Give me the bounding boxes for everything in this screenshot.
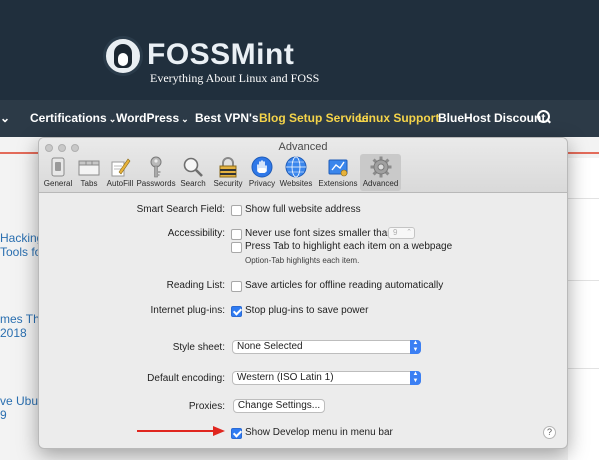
smart-search-label: Smart Search Field: <box>136 204 225 215</box>
up-down-arrows-icon: ▲ ▼ <box>410 340 421 354</box>
toolbar-label: Privacy <box>248 179 276 188</box>
key-icon <box>150 156 162 178</box>
reading-list-text[interactable]: Save articles for offline reading automa… <box>245 280 443 291</box>
logo-tagline: Everything About Linux and FOSS <box>150 71 320 85</box>
min-font-checkbox[interactable] <box>231 229 242 240</box>
tab-highlight-text[interactable]: Press Tab to highlight each item on a we… <box>245 241 452 252</box>
gear-icon <box>370 156 391 178</box>
develop-menu-checkbox[interactable] <box>231 428 242 439</box>
style-sheet-select[interactable]: None Selected ▲ ▼ <box>232 340 421 354</box>
site-header: FOSSMint Everything About Linux and FOSS <box>0 0 599 100</box>
chevron-down-icon: ⌄ <box>181 114 189 124</box>
advanced-pane: Smart Search Field: Show full website ad… <box>39 194 567 448</box>
chevron-down-icon: ⌃ <box>406 229 412 236</box>
toolbar-label: Tabs <box>80 179 98 188</box>
show-full-address-text[interactable]: Show full website address <box>245 204 361 215</box>
stop-plugins-checkbox[interactable] <box>231 306 242 317</box>
style-sheet-label: Style sheet: <box>172 342 225 353</box>
toolbar-label: Search <box>180 179 206 188</box>
penguin-logo-icon <box>103 36 143 76</box>
encoding-label: Default encoding: <box>147 373 225 384</box>
tab-highlight-hint: Option-Tab highlights each item. <box>245 256 360 265</box>
article-link[interactable]: Hacking <box>0 231 43 245</box>
help-button[interactable]: ? <box>543 426 556 439</box>
divider <box>568 198 599 199</box>
change-settings-button[interactable]: Change Settings... <box>233 399 325 413</box>
tab-highlight-checkbox[interactable] <box>231 242 242 253</box>
nav-label: Certifications <box>30 111 107 125</box>
hand-icon <box>251 156 273 178</box>
toolbar-label: Security <box>213 179 243 188</box>
nav-item-certifications[interactable]: Certifications ⌄ <box>30 111 116 125</box>
toolbar-label: AutoFill <box>106 179 134 188</box>
globe-icon <box>285 156 307 178</box>
site-logo[interactable]: FOSSMint Everything About Linux and FOSS <box>103 36 333 86</box>
tab-search[interactable]: Search <box>178 154 208 191</box>
article-link[interactable]: 2018 <box>0 326 27 340</box>
min-font-text[interactable]: Never use font sizes smaller than <box>245 228 393 239</box>
accessibility-label: Accessibility: <box>167 228 225 239</box>
window-titlebar[interactable]: Advanced General Tabs AutoFill Passwords… <box>39 138 567 193</box>
proxies-label: Proxies: <box>188 401 225 412</box>
plugins-label: Internet plug-ins: <box>150 305 226 316</box>
toolbar-label: Websites <box>279 179 313 188</box>
general-switch-icon <box>51 157 65 177</box>
stop-plugins-text[interactable]: Stop plug-ins to save power <box>245 305 368 316</box>
nav-overflow-chevron-icon[interactable]: ⌄ <box>0 111 10 125</box>
tab-advanced[interactable]: Advanced <box>360 154 401 191</box>
nav-item-wordpress[interactable]: WordPress ⌄ <box>116 111 189 125</box>
puzzle-icon <box>328 159 348 177</box>
article-link[interactable]: Tools fo <box>0 245 41 259</box>
nav-label: WordPress <box>116 111 180 125</box>
sidebar-panel <box>568 158 599 460</box>
nav-item-best-vpns[interactable]: Best VPN's <box>195 111 259 125</box>
magnifier-icon <box>183 157 203 177</box>
up-down-arrows-icon: ▲ ▼ <box>410 371 421 385</box>
min-font-size-value: 9 <box>393 228 398 237</box>
tab-autofill[interactable]: AutoFill <box>104 154 136 191</box>
toolbar-label: Extensions <box>318 179 358 188</box>
preferences-window: Advanced General Tabs AutoFill Passwords… <box>38 137 568 449</box>
develop-menu-text[interactable]: Show Develop menu in menu bar <box>245 427 393 438</box>
min-font-size-select[interactable]: 9 ⌃ <box>388 227 415 239</box>
tabs-icon <box>78 160 100 176</box>
nav-item-blog-setup[interactable]: Blog Setup Service <box>259 111 368 125</box>
search-icon[interactable] <box>537 110 551 124</box>
pencil-icon <box>111 158 131 177</box>
tab-websites[interactable]: Websites <box>278 154 314 191</box>
section-divider <box>0 152 38 154</box>
tab-extensions[interactable]: Extensions <box>316 154 360 191</box>
annotation-arrow <box>137 426 225 436</box>
lock-icon <box>219 157 237 178</box>
tab-tabs[interactable]: Tabs <box>74 154 104 191</box>
logo-name: FOSSMint <box>147 38 295 71</box>
toolbar-label: Passwords <box>136 179 176 188</box>
article-link[interactable]: 9 <box>0 408 7 422</box>
divider <box>568 280 599 281</box>
window-title: Advanced <box>278 141 328 153</box>
tab-privacy[interactable]: Privacy <box>246 154 278 191</box>
tab-general[interactable]: General <box>42 154 74 191</box>
reading-list-label: Reading List: <box>166 280 225 291</box>
section-divider <box>568 152 599 154</box>
encoding-select[interactable]: Western (ISO Latin 1) ▲ ▼ <box>232 371 421 385</box>
tab-security[interactable]: Security <box>210 154 246 191</box>
tab-passwords[interactable]: Passwords <box>136 154 176 191</box>
site-nav: ⌄ Certifications ⌄ WordPress ⌄ Best VPN's … <box>0 100 599 137</box>
toolbar-label: General <box>43 179 73 188</box>
show-full-address-checkbox[interactable] <box>231 205 242 216</box>
divider <box>568 368 599 369</box>
nav-item-linux-support[interactable]: Linux Support <box>358 111 439 125</box>
reading-list-checkbox[interactable] <box>231 281 242 292</box>
nav-item-bluehost[interactable]: BlueHost Discount <box>438 111 545 125</box>
encoding-value: Western (ISO Latin 1) <box>237 372 334 383</box>
toolbar-label: Advanced <box>362 179 399 188</box>
style-sheet-value: None Selected <box>237 341 303 352</box>
